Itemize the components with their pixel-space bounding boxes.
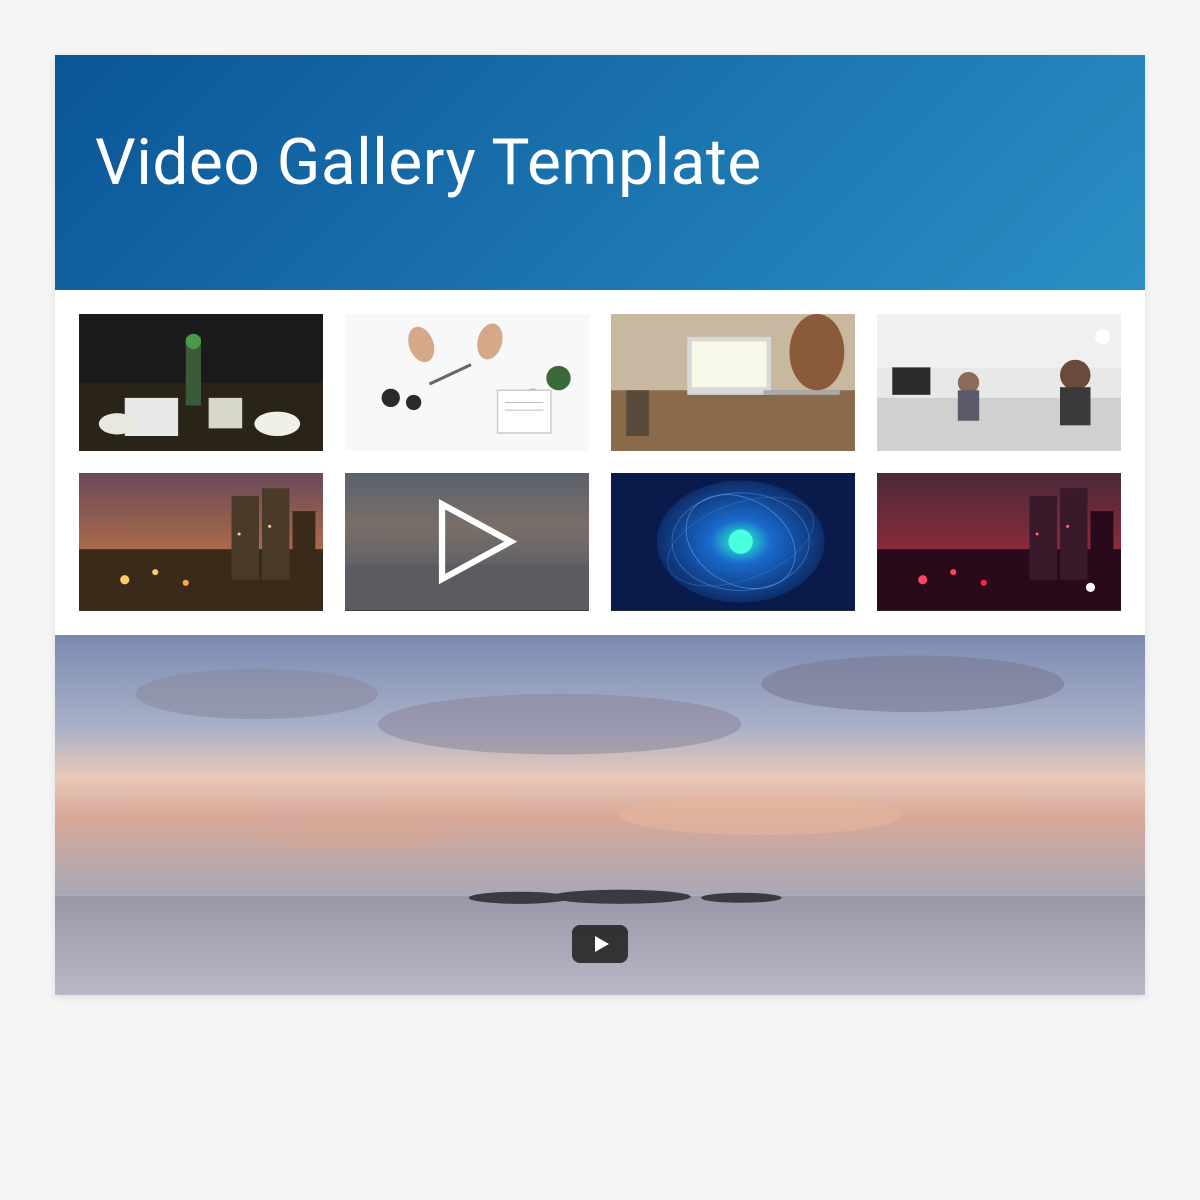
page-title: Video Gallery Template (95, 125, 1105, 200)
play-overlay[interactable] (345, 473, 589, 610)
thumbnail-conference-room[interactable] (79, 314, 323, 451)
thumbnail-ocean-sunset[interactable] (345, 473, 589, 610)
thumbnail-hands-drawing[interactable] (345, 314, 589, 451)
header-banner: Video Gallery Template (55, 55, 1145, 290)
thumbnail-office-workers[interactable] (877, 314, 1121, 451)
gallery-template-card: Video Gallery Template (55, 55, 1145, 995)
video-play-button[interactable] (572, 925, 628, 963)
thumbnail-city-red-night[interactable] (877, 473, 1121, 610)
thumbnail-abstract-swirl[interactable] (611, 473, 855, 610)
thumbnail-laptop-cafe[interactable] (611, 314, 855, 451)
thumbnail-grid (55, 290, 1145, 635)
play-icon (595, 936, 609, 952)
play-icon (345, 473, 589, 610)
hero-video[interactable] (55, 635, 1145, 995)
thumbnail-city-sunset[interactable] (79, 473, 323, 610)
